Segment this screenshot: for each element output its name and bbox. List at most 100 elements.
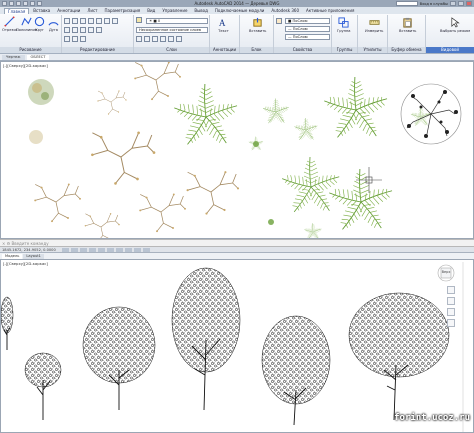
circle-tool[interactable]: Круг bbox=[34, 16, 45, 32]
navigation-bar bbox=[447, 286, 455, 327]
showmotion-icon[interactable] bbox=[447, 319, 455, 327]
copy-icon[interactable] bbox=[96, 18, 102, 24]
command-line[interactable]: × ⚙ Введите команду bbox=[0, 239, 474, 247]
view-panel-title[interactable]: Видовой bbox=[426, 47, 474, 53]
layer-state-dropdown[interactable]: Несохраненное состояние слоев bbox=[136, 27, 208, 33]
coordinates-readout: 1845.1672, 234.9052, 0.0000 bbox=[2, 247, 56, 252]
dyn-toggle[interactable] bbox=[133, 247, 141, 252]
stretch-icon[interactable] bbox=[64, 27, 70, 33]
layer-freeze-icon[interactable] bbox=[152, 36, 158, 42]
join-icon[interactable] bbox=[64, 36, 70, 42]
svg-text:A: A bbox=[219, 18, 226, 28]
signin-label[interactable]: Вход в службы bbox=[420, 2, 448, 6]
viewcube[interactable]: Верх bbox=[437, 264, 455, 282]
array-icon[interactable] bbox=[80, 27, 86, 33]
layer-off-icon[interactable] bbox=[136, 36, 142, 42]
measure-icon bbox=[369, 20, 380, 25]
mirror-icon[interactable] bbox=[104, 18, 110, 24]
groups-panel-title[interactable]: Группы bbox=[332, 47, 357, 53]
paste-tool[interactable]: Вставить bbox=[399, 17, 416, 33]
layer-dropdown[interactable]: ☀ ■ 0 bbox=[146, 18, 208, 24]
insert-block-tool[interactable]: Вставить bbox=[249, 17, 266, 33]
clipboard-panel-title[interactable]: Буфер обмена bbox=[388, 47, 425, 53]
orbit-icon[interactable] bbox=[447, 308, 455, 316]
select-mode-tool[interactable]: Выбрать режим bbox=[440, 17, 470, 33]
measure-tool[interactable]: Измерить bbox=[365, 17, 383, 33]
circle-icon bbox=[34, 16, 45, 27]
elevation-trees-drawing bbox=[1, 262, 464, 432]
file-tab-0[interactable]: Чертеж bbox=[2, 55, 25, 60]
lineweight-toggle[interactable] bbox=[142, 247, 150, 252]
color-value: ПоСлою bbox=[292, 19, 308, 23]
break-icon[interactable] bbox=[72, 36, 78, 42]
snap-toggle[interactable] bbox=[70, 247, 78, 252]
ortho-toggle[interactable] bbox=[88, 247, 96, 252]
fillet-icon[interactable] bbox=[112, 18, 118, 24]
offset-icon[interactable] bbox=[88, 27, 94, 33]
otrack-toggle[interactable] bbox=[115, 247, 123, 252]
grid-toggle[interactable] bbox=[79, 247, 87, 252]
match-layer-icon[interactable] bbox=[176, 36, 182, 42]
utilities-panel-title[interactable]: Утилиты bbox=[358, 47, 387, 53]
block-panel-title[interactable]: Блок bbox=[240, 47, 273, 53]
search-input[interactable] bbox=[395, 1, 418, 6]
tree-elevation-1 bbox=[24, 352, 62, 388]
circle-label: Круг bbox=[35, 28, 44, 32]
match-properties-icon[interactable] bbox=[276, 18, 282, 24]
layer-properties-icon[interactable] bbox=[136, 17, 142, 23]
view-panel: Выбрать режим Видовой bbox=[426, 15, 474, 53]
shrub-plan bbox=[28, 79, 54, 105]
erase-icon[interactable] bbox=[88, 18, 94, 24]
osnap-toggle[interactable] bbox=[106, 247, 114, 252]
scale-icon[interactable] bbox=[72, 27, 78, 33]
infer-constraints-toggle[interactable] bbox=[61, 247, 69, 252]
annotation-panel-title[interactable]: Аннотации bbox=[210, 47, 239, 53]
small-shrub-plan bbox=[29, 130, 43, 144]
lineweight-dropdown[interactable]: — ПоСлою bbox=[285, 34, 330, 40]
bottom-viewport[interactable]: [-][Сверху][2D-каркас] Верх bbox=[0, 259, 474, 433]
linetype-dropdown[interactable]: — ПоСлою bbox=[285, 26, 330, 32]
polar-toggle[interactable] bbox=[97, 247, 105, 252]
move-icon[interactable] bbox=[64, 18, 70, 24]
color-dropdown[interactable]: ■ ПоСлою bbox=[285, 18, 330, 24]
bare-tree-plan-5 bbox=[186, 170, 240, 216]
polyline-icon bbox=[21, 17, 32, 26]
properties-panel-title[interactable]: Свойства bbox=[274, 47, 331, 53]
make-current-icon[interactable] bbox=[168, 36, 174, 42]
arc-label: Дуга bbox=[48, 28, 59, 32]
layer-isolate-icon[interactable] bbox=[144, 36, 150, 42]
palm-plan-7 bbox=[294, 118, 319, 141]
bare-tree-plan-1 bbox=[133, 62, 182, 101]
layers-panel-title[interactable]: Слои bbox=[134, 47, 209, 53]
trim-icon[interactable] bbox=[80, 18, 86, 24]
text-tool[interactable]: A Текст bbox=[218, 17, 229, 33]
close-icon[interactable] bbox=[466, 1, 472, 6]
file-tabs: Чертеж ОБЛЕСТ bbox=[0, 54, 474, 61]
zoom-icon[interactable] bbox=[447, 297, 455, 305]
draw-panel-title[interactable]: Рисование bbox=[0, 47, 61, 53]
tree-elevation-5 bbox=[348, 292, 450, 378]
maximize-icon[interactable] bbox=[458, 1, 464, 6]
chamfer-icon[interactable] bbox=[80, 36, 86, 42]
modify-panel-title[interactable]: Редактирование bbox=[62, 47, 133, 53]
palm-plan-9 bbox=[304, 223, 322, 239]
select-mode-label: Выбрать режим bbox=[440, 29, 471, 33]
block-panel: Вставить Блок bbox=[240, 15, 274, 53]
text-label: Текст bbox=[218, 29, 229, 33]
ducs-toggle[interactable] bbox=[124, 247, 132, 252]
palm-plan-4 bbox=[327, 169, 395, 233]
layer-lock-icon[interactable] bbox=[160, 36, 166, 42]
file-tab-1[interactable]: ОБЛЕСТ bbox=[26, 55, 50, 60]
pan-icon[interactable] bbox=[447, 286, 455, 294]
minimize-icon[interactable] bbox=[450, 1, 456, 6]
palm-plan-3 bbox=[280, 157, 341, 215]
tree-elevation-3 bbox=[171, 267, 241, 373]
modify-panel: Редактирование bbox=[62, 15, 134, 53]
arc-tool[interactable]: Дуга bbox=[48, 16, 59, 32]
group-tool[interactable]: Группа bbox=[337, 17, 351, 33]
explode-icon[interactable] bbox=[96, 27, 102, 33]
properties-panel: ■ ПоСлою — ПоСлою — ПоСлою Свойства bbox=[274, 15, 332, 53]
title-bar: Autodesk AutoCAD 2014 — Деревья DWG Вход… bbox=[0, 0, 474, 7]
rotate-icon[interactable] bbox=[72, 18, 78, 24]
top-viewport[interactable]: [-][Сверху][2D-каркас] bbox=[0, 61, 474, 239]
